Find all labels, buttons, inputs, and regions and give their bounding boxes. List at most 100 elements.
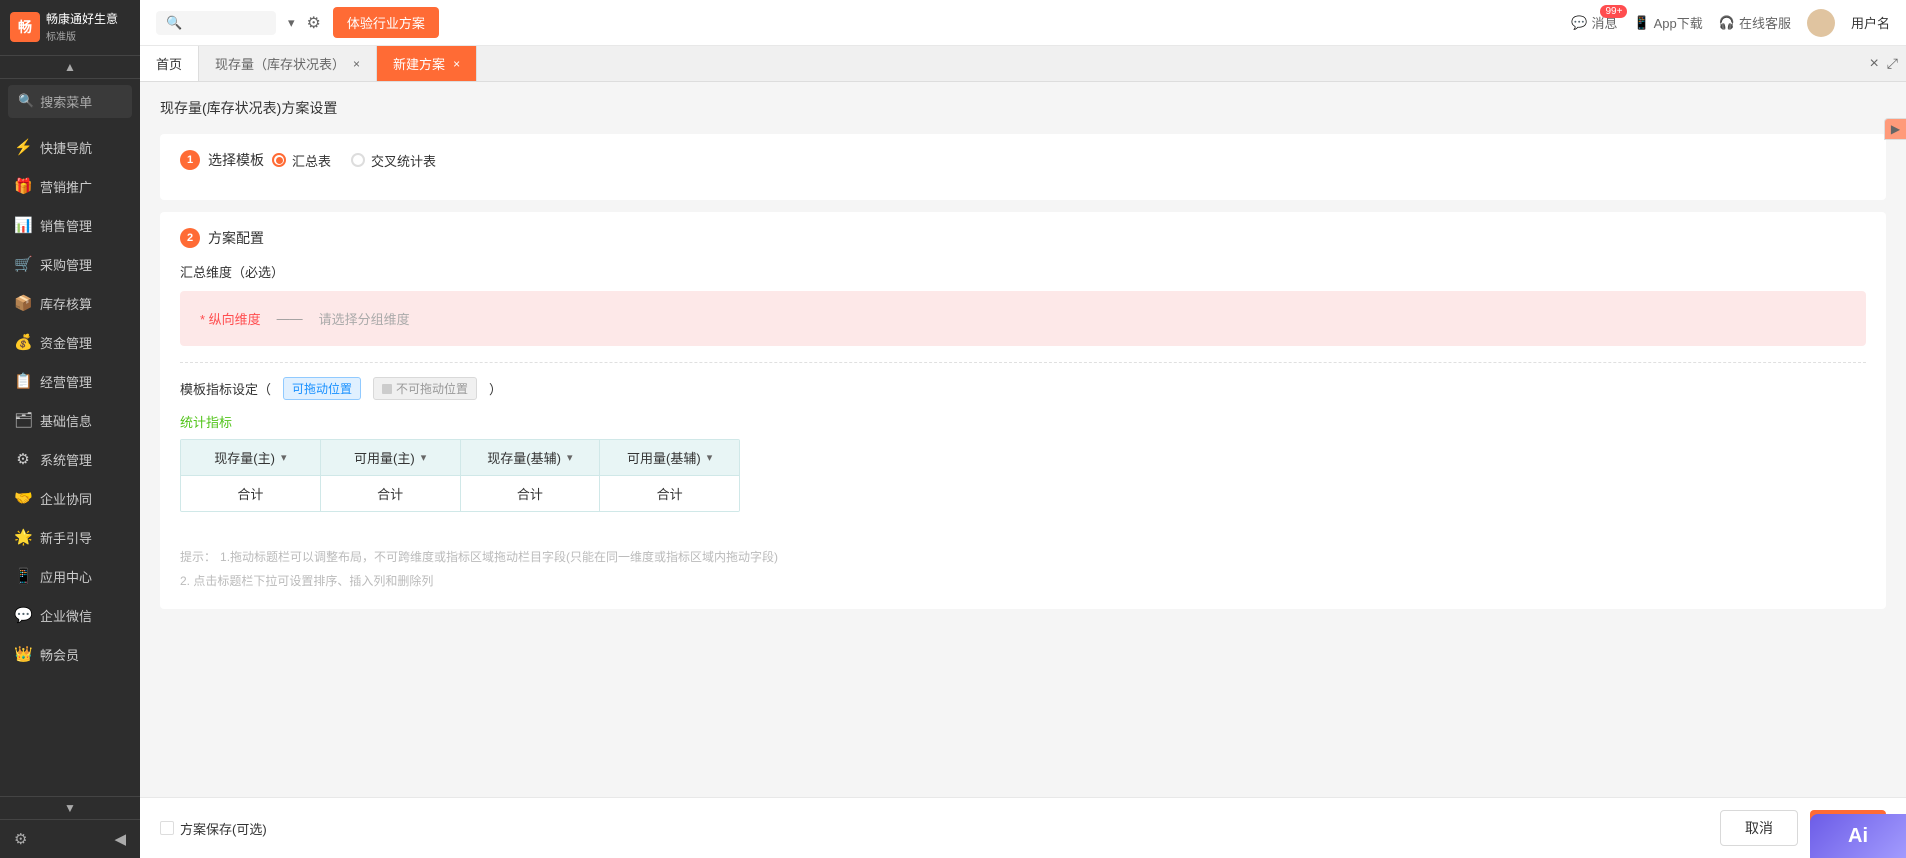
radio-summary[interactable]: 汇总表 (272, 151, 331, 170)
stats-data-row: 合计 合计 合计 合计 (181, 475, 739, 511)
stats-col1-header[interactable]: 现存量(主) ▾ (181, 440, 321, 475)
user-avatar[interactable] (1807, 9, 1835, 37)
online-service-icon: 🎧 (1719, 15, 1735, 31)
sidebar: 畅 畅康通好生意 标准版 ▲ 🔍 搜索菜单 ⚡ 快捷导航 🎁 营销推广 📊 销售… (0, 0, 140, 858)
stats-col4-header[interactable]: 可用量(基辅) ▾ (600, 440, 739, 475)
col2-chevron-icon[interactable]: ▾ (421, 451, 427, 464)
sidebar-item-finance[interactable]: 💰 资金管理 (0, 323, 140, 362)
sidebar-item-quick-nav[interactable]: ⚡ 快捷导航 (0, 128, 140, 167)
stats-col4-data: 合计 (600, 476, 739, 511)
col4-chevron-icon[interactable]: ▾ (707, 451, 713, 464)
panel-ctrl-1[interactable]: ▶ (1884, 118, 1906, 140)
content-area: 现存量(库存状况表)方案设置 1 选择模板 汇总表 交叉统计表 (140, 82, 1906, 797)
tag-movable: 可拖动位置 (283, 377, 361, 400)
tag-immovable: 不可拖动位置 (373, 377, 477, 400)
tip2: 2. 点击标题栏下拉可设置排序、插入列和删除列 (180, 569, 1866, 593)
save-checkbox[interactable] (160, 821, 174, 835)
online-service-action[interactable]: 🎧 在线客服 (1719, 13, 1791, 32)
col3-chevron-icon[interactable]: ▾ (567, 451, 573, 464)
topbar-search-input[interactable] (188, 16, 248, 30)
topbar-gear-icon[interactable]: ⚙ (307, 13, 321, 33)
step2-header: 2 方案配置 (180, 228, 1866, 248)
operations-icon: 📋 (14, 372, 32, 390)
save-option[interactable]: 方案保存(可选) (160, 819, 267, 838)
stats-col2-data: 合计 (321, 476, 461, 511)
tabs-bar: 首页 现存量（库存状况表） × 新建方案 × × ⤢ (140, 46, 1906, 82)
logo-icon: 畅 (10, 12, 40, 42)
bottom-bar: 方案保存(可选) 取消 查询 (140, 797, 1906, 858)
tab-inventory-status[interactable]: 现存量（库存状况表） × (199, 46, 377, 81)
stats-section: 统计指标 现存量(主) ▾ 可用量(主) ▾ (180, 412, 1866, 515)
settings-footer-icon[interactable]: ⚙ (14, 830, 27, 848)
stats-header-row: 现存量(主) ▾ 可用量(主) ▾ 现存量(基辅) ▾ (181, 440, 739, 475)
username-text[interactable]: 用户名 (1851, 13, 1890, 32)
quick-nav-icon: ⚡ (14, 138, 32, 156)
indicator-label-row: 模板指标设定（ 可拖动位置 不可拖动位置 ） (180, 377, 1866, 400)
scroll-up-btn[interactable]: ▲ (64, 60, 76, 74)
stats-col2-header[interactable]: 可用量(主) ▾ (321, 440, 461, 475)
sidebar-item-basic-info[interactable]: 🗂 基础信息 (0, 401, 140, 440)
section-template: 1 选择模板 汇总表 交叉统计表 (160, 134, 1886, 200)
messages-icon: 💬 (1571, 15, 1587, 31)
experience-btn[interactable]: 体验行业方案 (333, 7, 439, 38)
sidebar-item-system[interactable]: ⚙ 系统管理 (0, 440, 140, 479)
cancel-button[interactable]: 取消 (1720, 810, 1798, 846)
scroll-down-btn[interactable]: ▼ (64, 801, 76, 815)
dimension-row[interactable]: * 纵向维度 —— 请选择分组维度 (180, 291, 1866, 346)
step1-label: 选择模板 (208, 150, 264, 170)
indicator-settings: 模板指标设定（ 可拖动位置 不可拖动位置 ） 统计指标 现存量(主) (180, 362, 1866, 593)
collapse-footer-icon[interactable]: ◀ (114, 830, 126, 848)
member-icon: 👑 (14, 645, 32, 663)
enterprise-icon: 🤝 (14, 489, 32, 507)
sidebar-item-new-guide[interactable]: 🌟 新手引导 (0, 518, 140, 557)
sidebar-logo: 畅 畅康通好生意 标准版 (0, 0, 140, 56)
sales-icon: 📊 (14, 216, 32, 234)
wechat-icon: 💬 (14, 606, 32, 624)
topbar-dropdown-icon[interactable]: ▾ (288, 15, 295, 31)
tip-prefix: 提示： 1.拖动标题栏可以调整布局，不可跨维度或指标区域拖动栏目字段(只能在同一… (180, 545, 1866, 569)
col1-chevron-icon[interactable]: ▾ (281, 451, 287, 464)
search-icon: 🔍 (18, 93, 34, 109)
tab-close-all-icon[interactable]: × (1869, 55, 1878, 73)
stats-title: 统计指标 (180, 412, 1866, 431)
sidebar-footer: ⚙ ◀ (0, 819, 140, 858)
step2-label: 方案配置 (208, 228, 264, 248)
tab-new-plan-close-icon[interactable]: × (453, 57, 460, 71)
sidebar-item-enterprise[interactable]: 🤝 企业协同 (0, 479, 140, 518)
purchase-icon: 🛒 (14, 255, 32, 273)
vertical-dim-label: * 纵向维度 (200, 309, 261, 328)
dim-dash: —— (277, 311, 303, 326)
stats-col3-header[interactable]: 现存量(基辅) ▾ (461, 440, 601, 475)
tips-section: 提示： 1.拖动标题栏可以调整布局，不可跨维度或指标区域拖动栏目字段(只能在同一… (180, 535, 1866, 593)
topbar: 🔍 ▾ ⚙ 体验行业方案 💬 消息 99+ 📱 App下载 🎧 在线客服 用户名 (140, 0, 1906, 46)
panel-controls: ▶ (1884, 118, 1906, 140)
topbar-search-icon: 🔍 (166, 15, 182, 31)
main-area: 🔍 ▾ ⚙ 体验行业方案 💬 消息 99+ 📱 App下载 🎧 在线客服 用户名 (140, 0, 1906, 858)
stats-col3-data: 合计 (461, 476, 601, 511)
sidebar-item-sales[interactable]: 📊 销售管理 (0, 206, 140, 245)
ai-assistant-button[interactable]: Ai (1810, 814, 1906, 858)
topbar-search-box[interactable]: 🔍 (156, 11, 276, 35)
radio-crosstab-circle (351, 153, 365, 167)
app-center-icon: 📱 (14, 567, 32, 585)
search-menu-item[interactable]: 🔍 搜索菜单 (8, 85, 132, 118)
inventory-icon: 📦 (14, 294, 32, 312)
sidebar-item-operations[interactable]: 📋 经营管理 (0, 362, 140, 401)
sidebar-item-wechat[interactable]: 💬 企业微信 (0, 596, 140, 635)
sidebar-item-purchase[interactable]: 🛒 采购管理 (0, 245, 140, 284)
app-download-action[interactable]: 📱 App下载 (1633, 13, 1702, 32)
messages-action[interactable]: 💬 消息 99+ (1571, 13, 1617, 32)
tab-inventory-close-icon[interactable]: × (353, 57, 360, 71)
stats-col1-data: 合计 (181, 476, 321, 511)
tab-new-plan[interactable]: 新建方案 × (377, 46, 477, 81)
tab-home[interactable]: 首页 (140, 46, 199, 81)
sidebar-item-marketing[interactable]: 🎁 营销推广 (0, 167, 140, 206)
sidebar-item-app-center[interactable]: 📱 应用中心 (0, 557, 140, 596)
radio-crosstab[interactable]: 交叉统计表 (351, 151, 436, 170)
template-radio-group: 汇总表 交叉统计表 (272, 151, 436, 170)
sidebar-item-inventory[interactable]: 📦 库存核算 (0, 284, 140, 323)
section-config: 2 方案配置 汇总维度（必选） * 纵向维度 —— 请选择分组维度 模板指标设定… (160, 212, 1886, 609)
tab-expand-icon[interactable]: ⤢ (1887, 55, 1898, 72)
messages-badge: 99+ (1600, 5, 1627, 18)
sidebar-item-member[interactable]: 👑 畅会员 (0, 635, 140, 674)
